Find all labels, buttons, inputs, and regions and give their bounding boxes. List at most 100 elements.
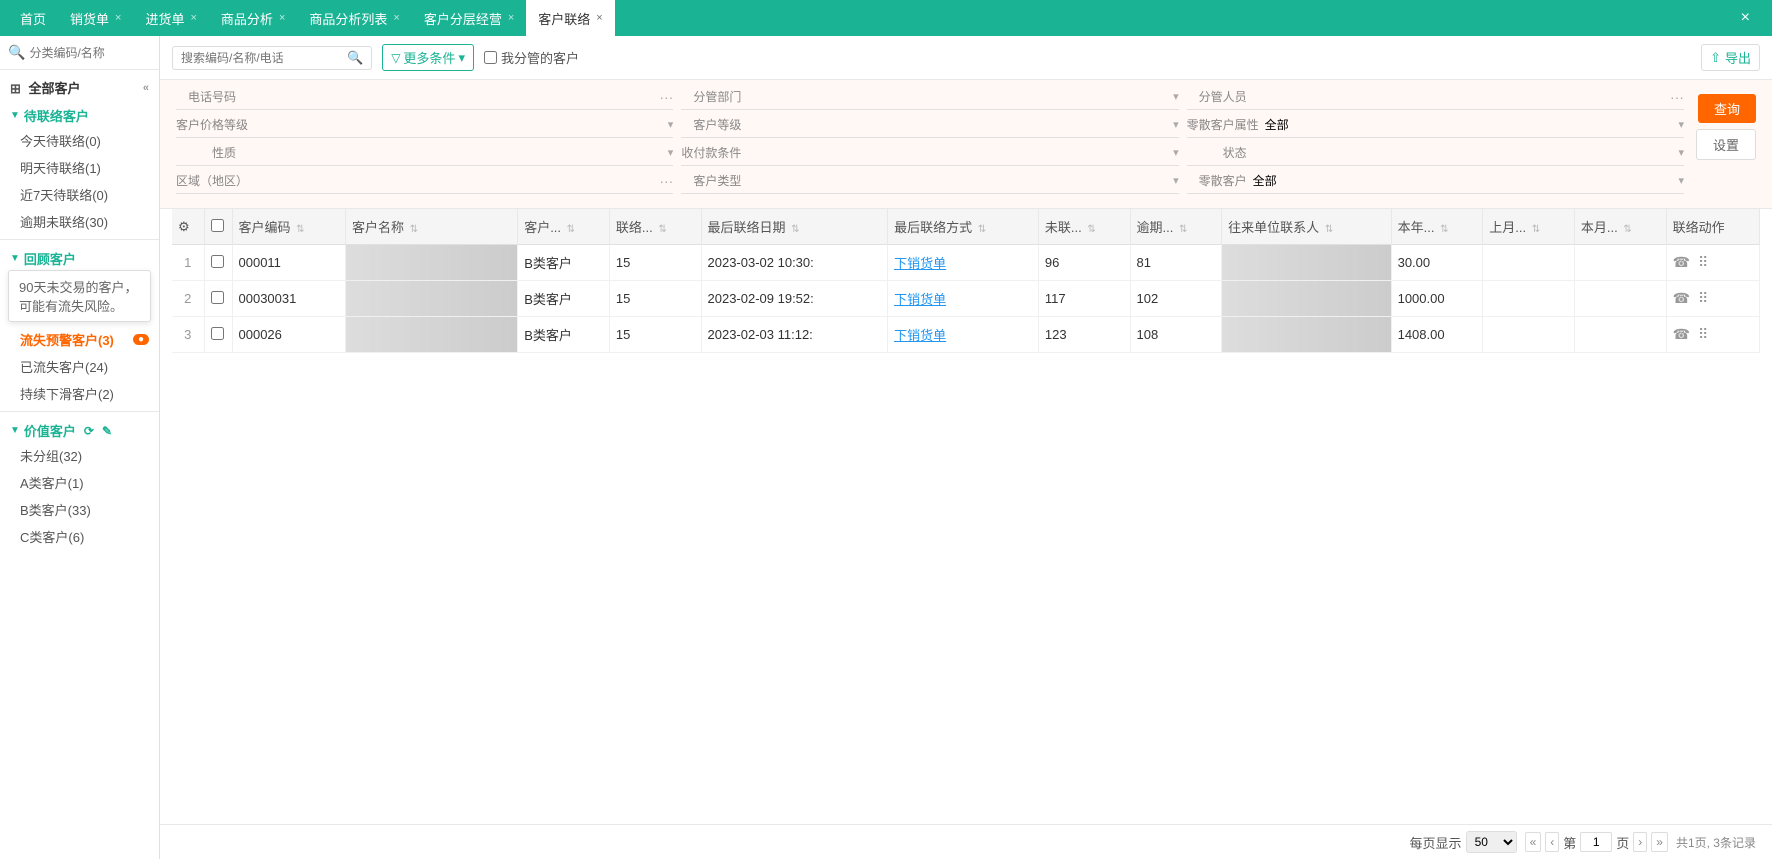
nav-product-analysis-close[interactable]: × <box>279 12 285 24</box>
sort-contact2-icon[interactable]: ⇅ <box>1325 224 1333 235</box>
col-settings[interactable]: ⚙ <box>172 209 204 245</box>
my-customers-checkbox-area[interactable]: 我分管的客户 <box>484 48 579 67</box>
sidebar-item-churn-warning[interactable]: 流失预警客户(3) ● <box>0 326 159 353</box>
row1-action-contact-icon[interactable]: ☎ <box>1673 254 1690 271</box>
sidebar-item-class-b[interactable]: B类客户(33) <box>0 496 159 523</box>
row1-select-checkbox[interactable] <box>211 255 224 268</box>
nav-customer-contact[interactable]: 客户联络 × <box>526 0 614 36</box>
nav-home[interactable]: 首页 <box>8 0 58 36</box>
page-number-input[interactable] <box>1580 832 1612 852</box>
row2-this-year: 1000.00 <box>1391 281 1483 317</box>
per-page-select[interactable]: 20 50 100 <box>1466 831 1517 853</box>
last-page-button[interactable]: » <box>1651 832 1668 852</box>
sidebar-item-class-a[interactable]: A类客户(1) <box>0 469 159 496</box>
sort-last-month-icon[interactable]: ⇅ <box>1532 224 1540 235</box>
sidebar-group-value[interactable]: ▼ 价值客户 ⟳ ✎ <box>0 416 159 442</box>
row2-overdue: 102 <box>1130 281 1222 317</box>
row2-select-checkbox[interactable] <box>211 291 224 304</box>
select-all-checkbox[interactable] <box>211 219 224 232</box>
search-input[interactable] <box>181 51 341 65</box>
search-icon[interactable]: 🔍 <box>347 50 363 66</box>
first-page-button[interactable]: « <box>1525 832 1542 852</box>
main-layout: 🔍 ⊞ 全部客户 « ▼ 待联络客户 今天待联络(0) 明天待联络(1) 近7天… <box>0 36 1772 859</box>
customer-type-dropdown-arrow[interactable]: ▾ <box>1173 174 1179 187</box>
filter-phone-input[interactable] <box>242 90 653 104</box>
phone-more-dots[interactable]: ··· <box>659 89 673 105</box>
sidebar-item-overdue[interactable]: 逾期未联络(30) <box>0 208 159 235</box>
filter-customer-type-input[interactable] <box>747 174 1167 188</box>
sort-last-date-icon[interactable]: ⇅ <box>791 224 799 235</box>
value-group-edit[interactable]: ✎ <box>102 424 112 438</box>
row3-action-more-icon[interactable]: ⠿ <box>1698 326 1708 343</box>
sidebar-item-tomorrow[interactable]: 明天待联络(1) <box>0 154 159 181</box>
sidebar-search-input[interactable] <box>29 46 160 60</box>
sidebar: 🔍 ⊞ 全部客户 « ▼ 待联络客户 今天待联络(0) 明天待联络(1) 近7天… <box>0 36 160 859</box>
region-more-dots[interactable]: ··· <box>659 173 673 189</box>
nav-product-analysis[interactable]: 商品分析 × <box>209 0 297 36</box>
customer-tier-dropdown-arrow[interactable]: ▾ <box>1173 118 1179 131</box>
dept-dropdown-arrow[interactable]: ▾ <box>1173 90 1179 103</box>
row3-last-method[interactable]: 下销货单 <box>888 317 1039 353</box>
nav-product-analysis-list[interactable]: 商品分析列表 × <box>297 0 411 36</box>
window-close-button[interactable]: × <box>1727 0 1764 36</box>
sidebar-group-review[interactable]: ▼ 回顾客户 <box>0 244 159 270</box>
person-more-dots[interactable]: ··· <box>1670 89 1684 105</box>
sort-name-icon[interactable]: ⇅ <box>410 224 418 235</box>
filter-dept-input[interactable] <box>747 90 1167 104</box>
sort-last-method-icon[interactable]: ⇅ <box>978 224 986 235</box>
sort-uncontacted-icon[interactable]: ⇅ <box>1087 224 1095 235</box>
filter-person-input[interactable] <box>1253 90 1664 104</box>
query-button[interactable]: 查询 <box>1698 94 1756 123</box>
sidebar-group-pending[interactable]: ▼ 待联络客户 <box>0 101 159 127</box>
sidebar-item-churned[interactable]: 已流失客户(24) <box>0 353 159 380</box>
sort-code-icon[interactable]: ⇅ <box>296 224 304 235</box>
row3-action-contact-icon[interactable]: ☎ <box>1673 326 1690 343</box>
sidebar-item-ungrouped[interactable]: 未分组(32) <box>0 442 159 469</box>
next-page-button[interactable]: › <box>1633 832 1647 852</box>
sort-contact-icon[interactable]: ⇅ <box>658 224 666 235</box>
nav-customer-contact-close[interactable]: × <box>596 12 602 24</box>
row2-action-more-icon[interactable]: ⠿ <box>1698 290 1708 307</box>
sort-this-year-icon[interactable]: ⇅ <box>1440 224 1448 235</box>
search-box: 🔍 <box>172 46 372 70</box>
export-button[interactable]: ⇧ 导出 <box>1701 44 1760 71</box>
filter-region-input[interactable] <box>254 174 653 188</box>
sidebar-item-today[interactable]: 今天待联络(0) <box>0 127 159 154</box>
row2-type: B类客户 <box>518 281 610 317</box>
my-customers-checkbox[interactable] <box>484 51 497 64</box>
nav-customer-tier-close[interactable]: × <box>508 12 514 24</box>
sort-overdue-icon[interactable]: ⇅ <box>1179 224 1187 235</box>
row1-last-method[interactable]: 下销货单 <box>888 245 1039 281</box>
row2-action-contact-icon[interactable]: ☎ <box>1673 290 1690 307</box>
filter-retail-attr-input[interactable] <box>1265 118 1673 132</box>
prev-page-button[interactable]: ‹ <box>1545 832 1559 852</box>
sidebar-item-class-c[interactable]: C类客户(6) <box>0 523 159 550</box>
nav-product-analysis-list-close[interactable]: × <box>393 12 399 24</box>
row2-last-method[interactable]: 下销货单 <box>888 281 1039 317</box>
nature-dropdown-arrow[interactable]: ▾ <box>668 146 674 159</box>
sidebar-all-customers[interactable]: ⊞ 全部客户 « <box>0 70 159 101</box>
row1-contact2 <box>1222 245 1391 281</box>
sort-this-month-icon[interactable]: ⇅ <box>1623 224 1631 235</box>
row1-action-more-icon[interactable]: ⠿ <box>1698 254 1708 271</box>
filter-status-input[interactable] <box>1253 146 1673 160</box>
more-conditions-button[interactable]: ▽ 更多条件 ▾ <box>382 44 474 71</box>
sort-type-icon[interactable]: ⇅ <box>567 224 575 235</box>
sidebar-item-declining[interactable]: 持续下滑客户(2) <box>0 380 159 407</box>
nav-purchase-order-close[interactable]: × <box>190 12 196 24</box>
filter-payment-input[interactable] <box>747 146 1167 160</box>
filter-customer-tier-input[interactable] <box>747 118 1167 132</box>
row3-select-checkbox[interactable] <box>211 327 224 340</box>
settings-button[interactable]: 设置 <box>1696 129 1756 160</box>
filter-price-tier-input[interactable] <box>254 118 662 132</box>
nav-sales-order-close[interactable]: × <box>115 12 121 24</box>
payment-dropdown-arrow[interactable]: ▾ <box>1173 146 1179 159</box>
filter-nature-input[interactable] <box>242 146 662 160</box>
sidebar-item-7days[interactable]: 近7天待联络(0) <box>0 181 159 208</box>
nav-sales-order[interactable]: 销货单 × <box>58 0 133 36</box>
value-group-refresh[interactable]: ⟳ <box>84 424 94 438</box>
nav-customer-tier[interactable]: 客户分层经营 × <box>412 0 526 36</box>
filter-retail-customer-input[interactable] <box>1253 174 1673 188</box>
nav-purchase-order[interactable]: 进货单 × <box>133 0 208 36</box>
price-tier-dropdown-arrow[interactable]: ▾ <box>668 118 674 131</box>
